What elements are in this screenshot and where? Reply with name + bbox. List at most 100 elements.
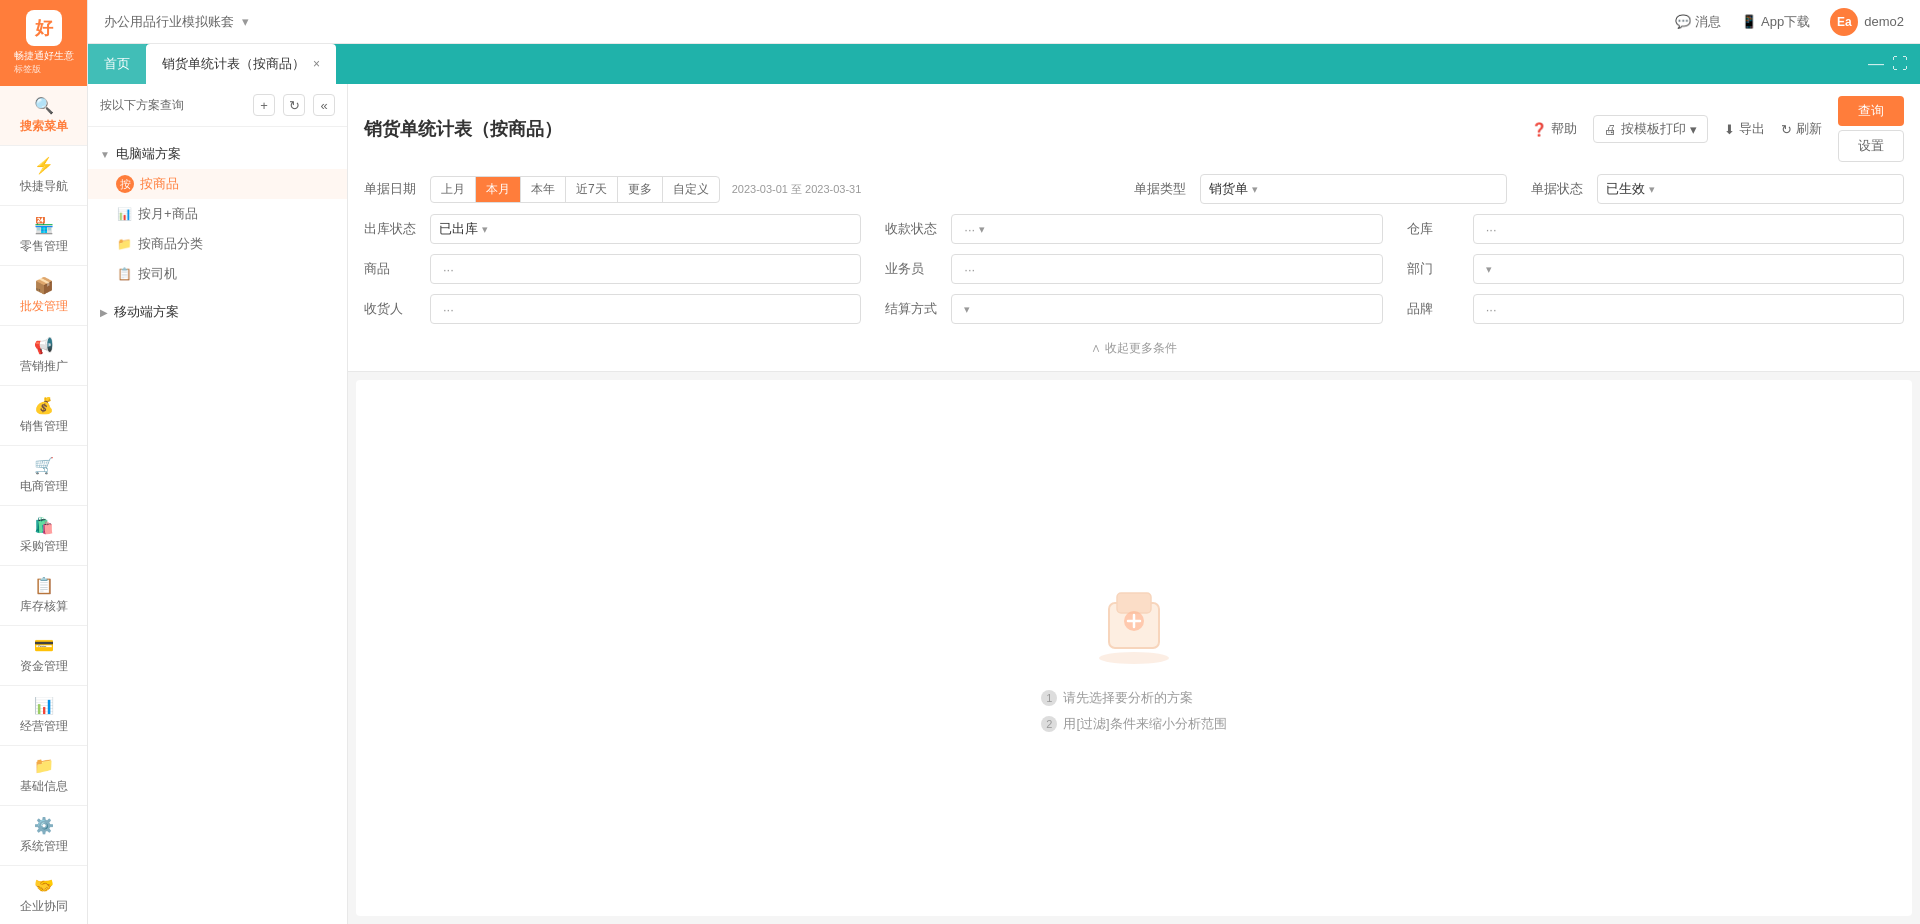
- doc-status-control[interactable]: 已生效 ▾: [1597, 174, 1904, 204]
- tab-minimize-icon[interactable]: —: [1868, 55, 1884, 73]
- sidebar-item-quick-nav[interactable]: ⚡ 快捷导航: [0, 146, 87, 206]
- filter-row-1: 单据日期 上月 本月 本年 近7天 更多 自定义 2023-03-01 至 20…: [364, 174, 1904, 204]
- tree-item-by-category[interactable]: 📁 按商品分类: [88, 229, 347, 259]
- logo-icon: 好: [26, 10, 62, 46]
- by-category-icon: 📁: [116, 236, 132, 252]
- add-scheme-btn[interactable]: +: [253, 94, 275, 116]
- product-label: 商品: [364, 260, 424, 278]
- mobile-group: ▶ 移动端方案: [88, 293, 347, 331]
- settings-btn[interactable]: 设置: [1838, 130, 1904, 162]
- warehouse-control[interactable]: ···: [1473, 214, 1904, 244]
- mobile-group-header[interactable]: ▶ 移动端方案: [88, 297, 347, 327]
- date-btn-this-month[interactable]: 本月: [476, 177, 521, 202]
- help-btn[interactable]: ❓ 帮助: [1531, 120, 1577, 138]
- filter-brand: 品牌 ···: [1407, 294, 1904, 324]
- template-print-btn[interactable]: 🖨 按模板打印 ▾: [1593, 115, 1708, 143]
- salesperson-control[interactable]: ···: [951, 254, 1382, 284]
- empty-tip-1: 1 请先选择要分析的方案: [1041, 689, 1226, 707]
- template-dropdown-arrow: ▾: [1690, 122, 1697, 137]
- tab-sales-stats[interactable]: 销货单统计表（按商品） ×: [146, 44, 336, 84]
- sidebar-item-enterprise[interactable]: 🤝 企业协同: [0, 866, 87, 924]
- help-icon: ❓: [1531, 122, 1547, 137]
- product-control[interactable]: ···: [430, 254, 861, 284]
- sidebar-item-inventory[interactable]: 📋 库存核算: [0, 566, 87, 626]
- sidebar-item-search[interactable]: 🔍 搜索菜单: [0, 86, 87, 146]
- search-icon: 🔍: [34, 96, 54, 115]
- messages-btn[interactable]: 💬 消息: [1675, 13, 1721, 31]
- salesperson-more-dots[interactable]: ···: [964, 262, 975, 277]
- refresh-btn[interactable]: ↻ 刷新: [1781, 120, 1822, 138]
- brand-label: 品牌: [1407, 300, 1467, 318]
- receiver-more-dots[interactable]: ···: [443, 302, 454, 317]
- collapse-btn[interactable]: ∧ 收起更多条件: [364, 334, 1904, 359]
- operations-icon: 📊: [34, 696, 54, 715]
- date-btn-custom[interactable]: 自定义: [663, 177, 719, 202]
- quick-nav-icon: ⚡: [34, 156, 54, 175]
- tab-close-icon[interactable]: ×: [313, 57, 320, 71]
- filter-warehouse: 仓库 ···: [1407, 214, 1904, 244]
- panel-header-label: 按以下方案查询: [100, 97, 245, 114]
- date-btn-last-month[interactable]: 上月: [431, 177, 476, 202]
- sidebar-logo[interactable]: 好 畅捷通好生意 标签版: [0, 0, 87, 86]
- basic-icon: 📁: [34, 756, 54, 775]
- tree-item-by-month-product[interactable]: 📊 按月+商品: [88, 199, 347, 229]
- tab-home[interactable]: 首页: [88, 44, 146, 84]
- sidebar-item-ecommerce[interactable]: 🛒 电商管理: [0, 446, 87, 506]
- filter-doc-status: 单据状态 已生效 ▾: [1531, 174, 1904, 204]
- filter-department: 部门 ▾: [1407, 254, 1904, 284]
- sidebar-item-retail[interactable]: 🏪 零售管理: [0, 206, 87, 266]
- collapse-panel-btn[interactable]: «: [313, 94, 335, 116]
- payment-status-control[interactable]: ··· ▾: [951, 214, 1382, 244]
- enterprise-icon: 🤝: [34, 876, 54, 895]
- tip1-num: 1: [1041, 690, 1057, 706]
- sidebar-item-finance[interactable]: 💳 资金管理: [0, 626, 87, 686]
- tree-item-by-company[interactable]: 📋 按司机: [88, 259, 347, 289]
- brand-more-dots[interactable]: ···: [1486, 302, 1497, 317]
- filter-date: 单据日期 上月 本月 本年 近7天 更多 自定义 2023-03-01 至 20…: [364, 176, 1110, 203]
- export-btn[interactable]: ⬇ 导出: [1724, 120, 1765, 138]
- app-download-btn[interactable]: 📱 App下载: [1741, 13, 1810, 31]
- page-content: 按以下方案查询 + ↻ « ▼ 电脑端方案 按 按商品 📊: [88, 84, 1920, 924]
- department-control[interactable]: ▾: [1473, 254, 1904, 284]
- header-dropdown-arrow[interactable]: ▾: [242, 14, 249, 29]
- refresh-scheme-btn[interactable]: ↻: [283, 94, 305, 116]
- receiver-control[interactable]: ···: [430, 294, 861, 324]
- query-btn[interactable]: 查询: [1838, 96, 1904, 126]
- doc-type-control[interactable]: 销货单 ▾: [1200, 174, 1507, 204]
- date-btn-more[interactable]: 更多: [618, 177, 663, 202]
- filter-area: 销货单统计表（按商品） ❓ 帮助 🖨 按模板打印 ▾ ⬇: [348, 84, 1920, 372]
- out-status-control[interactable]: 已出库 ▾: [430, 214, 861, 244]
- user-profile-btn[interactable]: Ea demo2: [1830, 8, 1904, 36]
- tree-item-by-product[interactable]: 按 按商品: [88, 169, 347, 199]
- brand-control[interactable]: ···: [1473, 294, 1904, 324]
- date-btn-7-days[interactable]: 近7天: [566, 177, 618, 202]
- tab-expand-icon[interactable]: ⛶: [1892, 55, 1908, 73]
- avatar: Ea: [1830, 8, 1858, 36]
- warehouse-more-dots[interactable]: ···: [1486, 222, 1497, 237]
- product-more-dots[interactable]: ···: [443, 262, 454, 277]
- payment-more-dots[interactable]: ···: [964, 222, 975, 237]
- svg-point-0: [1099, 652, 1169, 664]
- filter-header: 销货单统计表（按商品） ❓ 帮助 🖨 按模板打印 ▾ ⬇: [364, 96, 1904, 162]
- sidebar-item-marketing[interactable]: 📢 营销推广: [0, 326, 87, 386]
- retail-icon: 🏪: [34, 216, 54, 235]
- sidebar-item-operations[interactable]: 📊 经营管理: [0, 686, 87, 746]
- out-status-label: 出库状态: [364, 220, 424, 238]
- sidebar-item-sales[interactable]: 💰 销售管理: [0, 386, 87, 446]
- desktop-group-header[interactable]: ▼ 电脑端方案: [88, 139, 347, 169]
- header-right: 💬 消息 📱 App下载 Ea demo2: [1675, 8, 1904, 36]
- sidebar-item-purchase[interactable]: 🛍️ 采购管理: [0, 506, 87, 566]
- doc-type-label: 单据类型: [1134, 180, 1194, 198]
- sidebar-item-wholesale[interactable]: 📦 批发管理: [0, 266, 87, 326]
- message-icon: 💬: [1675, 14, 1691, 29]
- sidebar-item-basic[interactable]: 📁 基础信息: [0, 746, 87, 806]
- main-content: 办公用品行业模拟账套 ▾ 💬 消息 📱 App下载 Ea demo2 首页 销货…: [88, 0, 1920, 924]
- tab-bar-right: — ⛶: [1868, 55, 1920, 73]
- sidebar-item-system[interactable]: ⚙️ 系统管理: [0, 806, 87, 866]
- settlement-control[interactable]: ▾: [951, 294, 1382, 324]
- date-btn-this-year[interactable]: 本年: [521, 177, 566, 202]
- empty-state: 1 请先选择要分析的方案 2 用[过滤]条件来缩小分析范围: [356, 380, 1912, 916]
- industry-label: 办公用品行业模拟账套: [104, 13, 234, 31]
- sidebar: 好 畅捷通好生意 标签版 🔍 搜索菜单 ⚡ 快捷导航 🏪 零售管理 📦 批发管理…: [0, 0, 88, 924]
- payment-arrow: ▾: [979, 223, 985, 236]
